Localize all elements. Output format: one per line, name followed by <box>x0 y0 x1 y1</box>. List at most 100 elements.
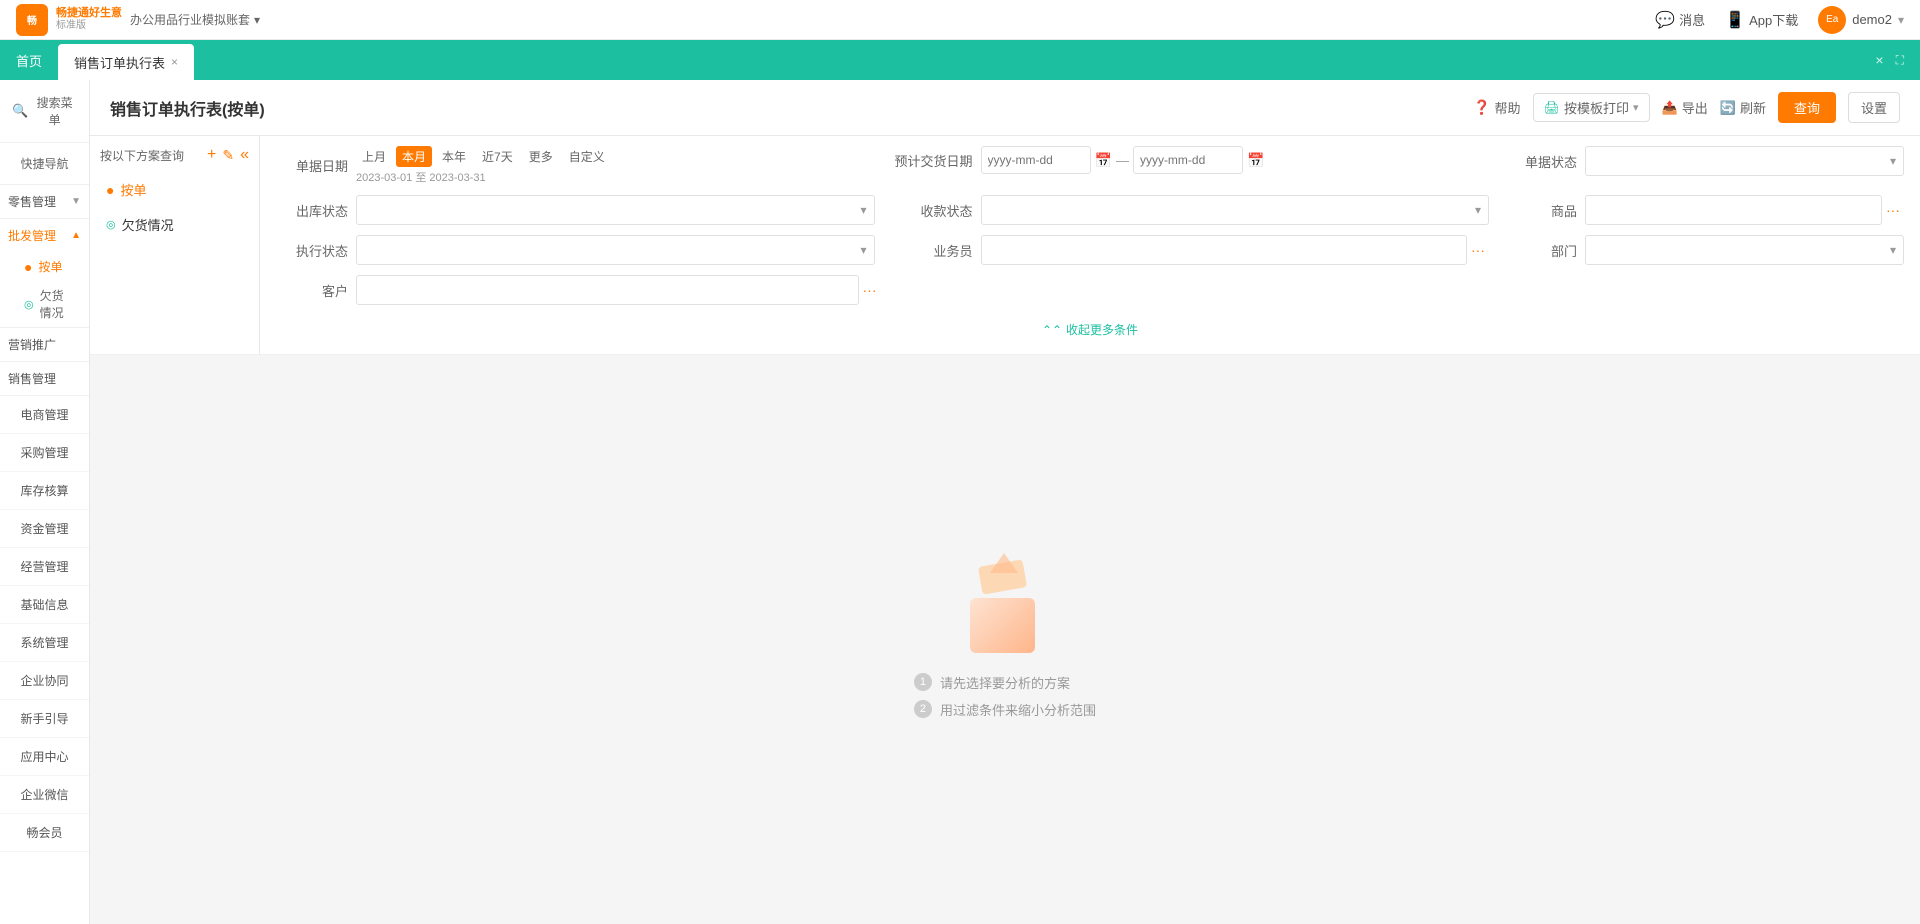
sidebar-item-wechat[interactable]: 企业微信 <box>0 776 89 814</box>
collapse-chevron-icon: ⌃⌃ <box>1042 323 1062 337</box>
date-tab-custom[interactable]: 自定义 <box>563 146 611 167</box>
customer-col: 客户 ··· <box>276 275 881 305</box>
search-menu-button[interactable]: 🔍 搜索菜单 <box>8 88 81 134</box>
filter-row-3: 执行状态 ▾ 业务员 ··· <box>276 235 1904 265</box>
tab-bar: 首页 销售订单执行表 × × ⛶ <box>0 40 1920 80</box>
add-scheme-icon[interactable]: + <box>207 146 216 164</box>
sidebar-subitem-order[interactable]: ● 按单 <box>0 252 89 281</box>
top-bar-right: 💬 消息 📱 App下载 Ea demo2 ▾ <box>1655 6 1904 34</box>
empty-state: 1 请先选择要分析的方案 2 用过滤条件来缩小分析范围 <box>90 355 1920 924</box>
scheme-item-debt[interactable]: ◎ 欠货情况 <box>90 207 259 242</box>
sidebar-item-operations[interactable]: 经营管理 <box>0 548 89 586</box>
maximize-window-icon[interactable]: ⛶ <box>1896 53 1904 68</box>
goods-label: 商品 <box>1505 201 1585 220</box>
sidebar-item-finance[interactable]: 资金管理 <box>0 510 89 548</box>
sidebar-quick-nav: 快捷导航 <box>0 143 89 185</box>
date-tab-this-month[interactable]: 本月 <box>396 146 432 167</box>
goods-select-wrap: ··· <box>1585 195 1904 225</box>
salesman-label: 业务员 <box>891 241 981 260</box>
customer-dots-icon[interactable]: ··· <box>859 282 881 298</box>
empty-steps-list: 1 请先选择要分析的方案 2 用过滤条件来缩小分析范围 <box>914 673 1096 727</box>
collect-status-label: 收款状态 <box>891 201 981 220</box>
expected-date-start[interactable] <box>981 146 1091 174</box>
collect-status-select-wrap: ▾ <box>981 195 1490 225</box>
quick-nav-button[interactable]: 快捷导航 <box>0 149 89 178</box>
sidebar-item-purchase[interactable]: 采购管理 <box>0 434 89 472</box>
empty-icon <box>955 553 1055 653</box>
empty-box-body <box>970 598 1035 653</box>
app-subname: 标准版 <box>56 20 122 32</box>
exec-status-input[interactable] <box>356 235 875 265</box>
tab-home[interactable]: 首页 <box>0 40 58 80</box>
sidebar-item-member[interactable]: 畅会员 <box>0 814 89 852</box>
out-status-col: 出库状态 ▾ <box>276 195 875 225</box>
status-select-wrap: ▾ <box>1585 146 1904 176</box>
sidebar-item-enterprise[interactable]: 企业协同 <box>0 662 89 700</box>
out-status-input[interactable] <box>356 195 875 225</box>
sidebar-subitem-debt[interactable]: ◎ 欠货情况 <box>0 281 89 327</box>
sidebar-item-appstore[interactable]: 应用中心 <box>0 738 89 776</box>
dept-col: 部门 ▾ <box>1505 235 1904 265</box>
empty-step-1: 1 请先选择要分析的方案 <box>914 673 1096 692</box>
settings-button[interactable]: 设置 <box>1848 92 1900 123</box>
scheme-item-order[interactable]: ● 按单 <box>90 172 259 207</box>
edit-scheme-icon[interactable]: ✎ <box>222 147 234 164</box>
status-input[interactable] <box>1585 146 1904 176</box>
status-label: 单据状态 <box>1505 152 1585 171</box>
sidebar-item-newbie[interactable]: 新手引导 <box>0 700 89 738</box>
customer-input[interactable] <box>356 275 859 305</box>
export-button[interactable]: 📤 导出 <box>1662 98 1708 117</box>
date-tab-last7[interactable]: 近7天 <box>476 146 519 167</box>
collapse-scheme-icon[interactable]: « <box>240 146 249 164</box>
goods-dots-icon[interactable]: ··· <box>1882 202 1904 218</box>
page-title: 销售订单执行表(按单) <box>110 96 265 120</box>
user-menu[interactable]: Ea demo2 ▾ <box>1818 6 1904 34</box>
sidebar-item-ecommerce[interactable]: 电商管理 <box>0 396 89 434</box>
sidebar-item-inventory[interactable]: 库存核算 <box>0 472 89 510</box>
page-header: 销售订单执行表(按单) ❓ 帮助 🖨 按模板打印 ▾ 📤 导出 <box>90 80 1920 136</box>
search-button[interactable]: 查询 <box>1778 92 1836 123</box>
expected-date-end[interactable] <box>1133 146 1243 174</box>
app-download-button[interactable]: 📱 App下载 <box>1725 10 1798 30</box>
exec-status-col: 执行状态 ▾ <box>276 235 875 265</box>
goods-input[interactable] <box>1585 195 1882 225</box>
refresh-button[interactable]: 🔄 刷新 <box>1720 98 1766 117</box>
scheme-panel-actions: + ✎ « <box>207 146 249 164</box>
filter-panel: 单据日期 上月 本月 本年 近7天 更多 自定义 20 <box>260 136 1920 354</box>
sidebar-item-basic[interactable]: 基础信息 <box>0 586 89 624</box>
dept-select-wrap: ▾ <box>1585 235 1904 265</box>
dept-input[interactable] <box>1585 235 1904 265</box>
app-logo: 畅 <box>16 4 48 36</box>
content-main: 销售订单执行表(按单) ❓ 帮助 🖨 按模板打印 ▾ 📤 导出 <box>90 80 1920 924</box>
sidebar-item-marketing[interactable]: 营销推广 <box>0 328 89 361</box>
date-tab-more[interactable]: 更多 <box>523 146 559 167</box>
print-button[interactable]: 🖨 按模板打印 ▾ <box>1533 93 1650 122</box>
close-window-icon[interactable]: × <box>1875 52 1883 68</box>
help-button[interactable]: ❓ 帮助 <box>1473 98 1520 117</box>
calendar-icon-end[interactable]: 📅 <box>1247 152 1264 169</box>
sidebar-item-sales[interactable]: 销售管理 <box>0 362 89 395</box>
tab-sales-order[interactable]: 销售订单执行表 × <box>58 44 194 80</box>
collapse-button[interactable]: ⌃⌃ 收起更多条件 <box>1042 321 1138 338</box>
calendar-icon-start[interactable]: 📅 <box>1095 152 1112 169</box>
customer-label: 客户 <box>276 281 356 300</box>
sidebar-item-wholesale[interactable]: 批发管理 ▲ <box>0 219 89 252</box>
sidebar-item-system[interactable]: 系统管理 <box>0 624 89 662</box>
date-filter-col: 单据日期 上月 本月 本年 近7天 更多 自定义 20 <box>276 146 875 185</box>
message-button[interactable]: 💬 消息 <box>1655 10 1705 30</box>
salesman-dots-icon[interactable]: ··· <box>1467 242 1489 258</box>
top-bar-left: 畅 畅捷通好生意 标准版 办公用品行业模拟账套 ▾ <box>16 4 260 36</box>
collapse-row: ⌃⌃ 收起更多条件 <box>276 315 1904 344</box>
date-tab-last-month[interactable]: 上月 <box>356 146 392 167</box>
sidebar-item-retail[interactable]: 零售管理 ▼ <box>0 185 89 218</box>
tab-close-icon[interactable]: × <box>171 55 178 69</box>
date-label: 单据日期 <box>276 156 356 175</box>
filter-row-2: 出库状态 ▾ 收款状态 ▾ <box>276 195 1904 225</box>
app-name: 畅捷通好生意 <box>56 7 122 20</box>
main-area: 🔍 搜索菜单 快捷导航 零售管理 ▼ 批发管理 ▲ <box>0 80 1920 924</box>
account-dropdown[interactable]: 办公用品行业模拟账套 ▾ <box>130 11 260 28</box>
page-actions: ❓ 帮助 🖨 按模板打印 ▾ 📤 导出 🔄 刷新 <box>1473 92 1900 123</box>
date-tab-this-year[interactable]: 本年 <box>436 146 472 167</box>
collect-status-input[interactable] <box>981 195 1490 225</box>
salesman-input[interactable] <box>981 235 1468 265</box>
